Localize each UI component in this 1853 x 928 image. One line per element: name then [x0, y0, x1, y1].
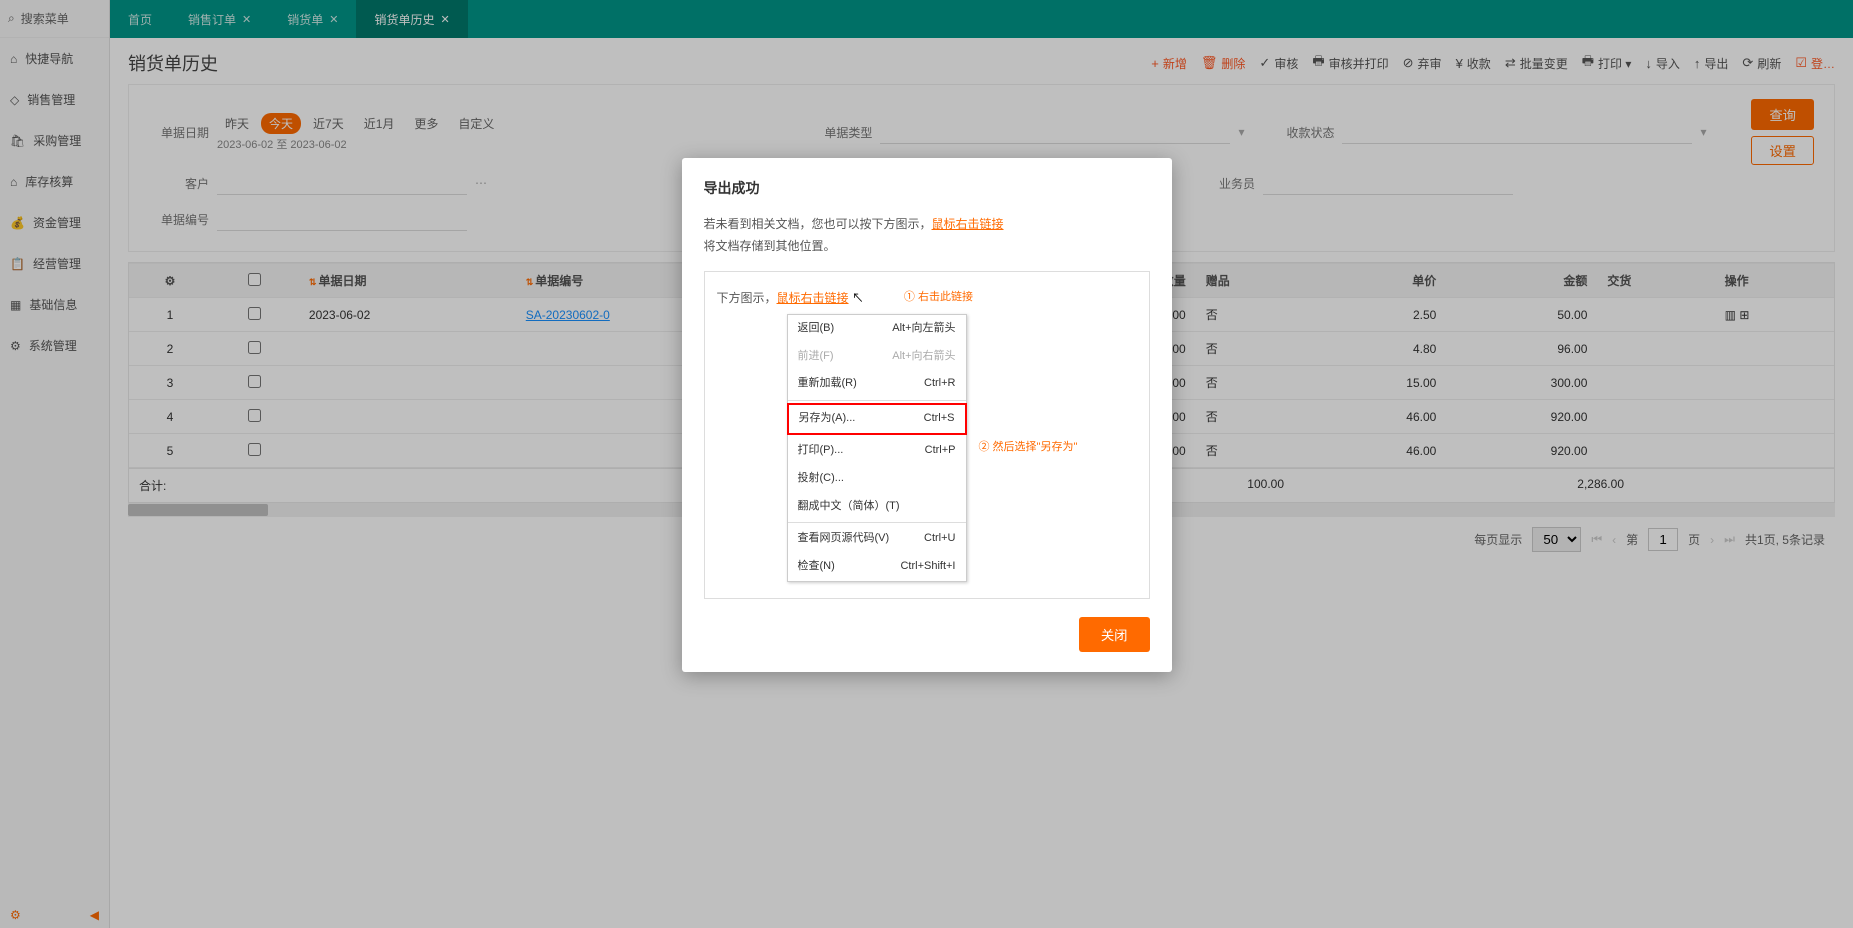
context-menu-example: 返回(B)Alt+向左箭头前进(F)Alt+向右箭头重新加载(R)Ctrl+R 另…: [787, 314, 967, 582]
instr-label-a: 下方图示，: [717, 291, 777, 305]
modal-overlay: 导出成功 若未看到相关文档，您也可以按下方图示，鼠标右击链接 将文档存储到其他位…: [0, 0, 1853, 928]
ctx-item: 重新加载(R)Ctrl+R: [788, 370, 966, 398]
modal-title: 导出成功: [704, 178, 1150, 198]
ctx-item: 查看网页源代码(V)Ctrl+U: [788, 525, 966, 553]
instr-link: 鼠标右击链接: [777, 291, 849, 305]
instruction-box: 下方图示，鼠标右击链接 ↖ ① 右击此链接 返回(B)Alt+向左箭头前进(F)…: [704, 271, 1150, 599]
close-button[interactable]: 关闭: [1079, 617, 1150, 652]
ctx-item: 翻成中文（简体）(T): [788, 493, 966, 521]
ctx-item: 返回(B)Alt+向左箭头: [788, 315, 966, 343]
modal-line2: 将文档存储到其他位置。: [704, 236, 1150, 258]
modal-line1a: 若未看到相关文档，您也可以按下方图示，: [704, 217, 932, 231]
export-success-modal: 导出成功 若未看到相关文档，您也可以按下方图示，鼠标右击链接 将文档存储到其他位…: [682, 158, 1172, 672]
modal-rightclick-link[interactable]: 鼠标右击链接: [932, 217, 1004, 231]
ctx-item: 另存为(A)...Ctrl+S: [787, 403, 967, 435]
cursor-icon: ↖: [852, 291, 864, 305]
ctx-item: 前进(F)Alt+向右箭头: [788, 343, 966, 371]
ctx-item: 检查(N)Ctrl+Shift+I: [788, 553, 966, 581]
ctx-item: 投射(C)...: [788, 465, 966, 493]
annotation-2: ② 然后选择"另存为": [979, 438, 1078, 458]
annotation-1: ① 右击此链接: [904, 288, 973, 308]
ctx-item: 打印(P)...Ctrl+P: [788, 437, 966, 465]
